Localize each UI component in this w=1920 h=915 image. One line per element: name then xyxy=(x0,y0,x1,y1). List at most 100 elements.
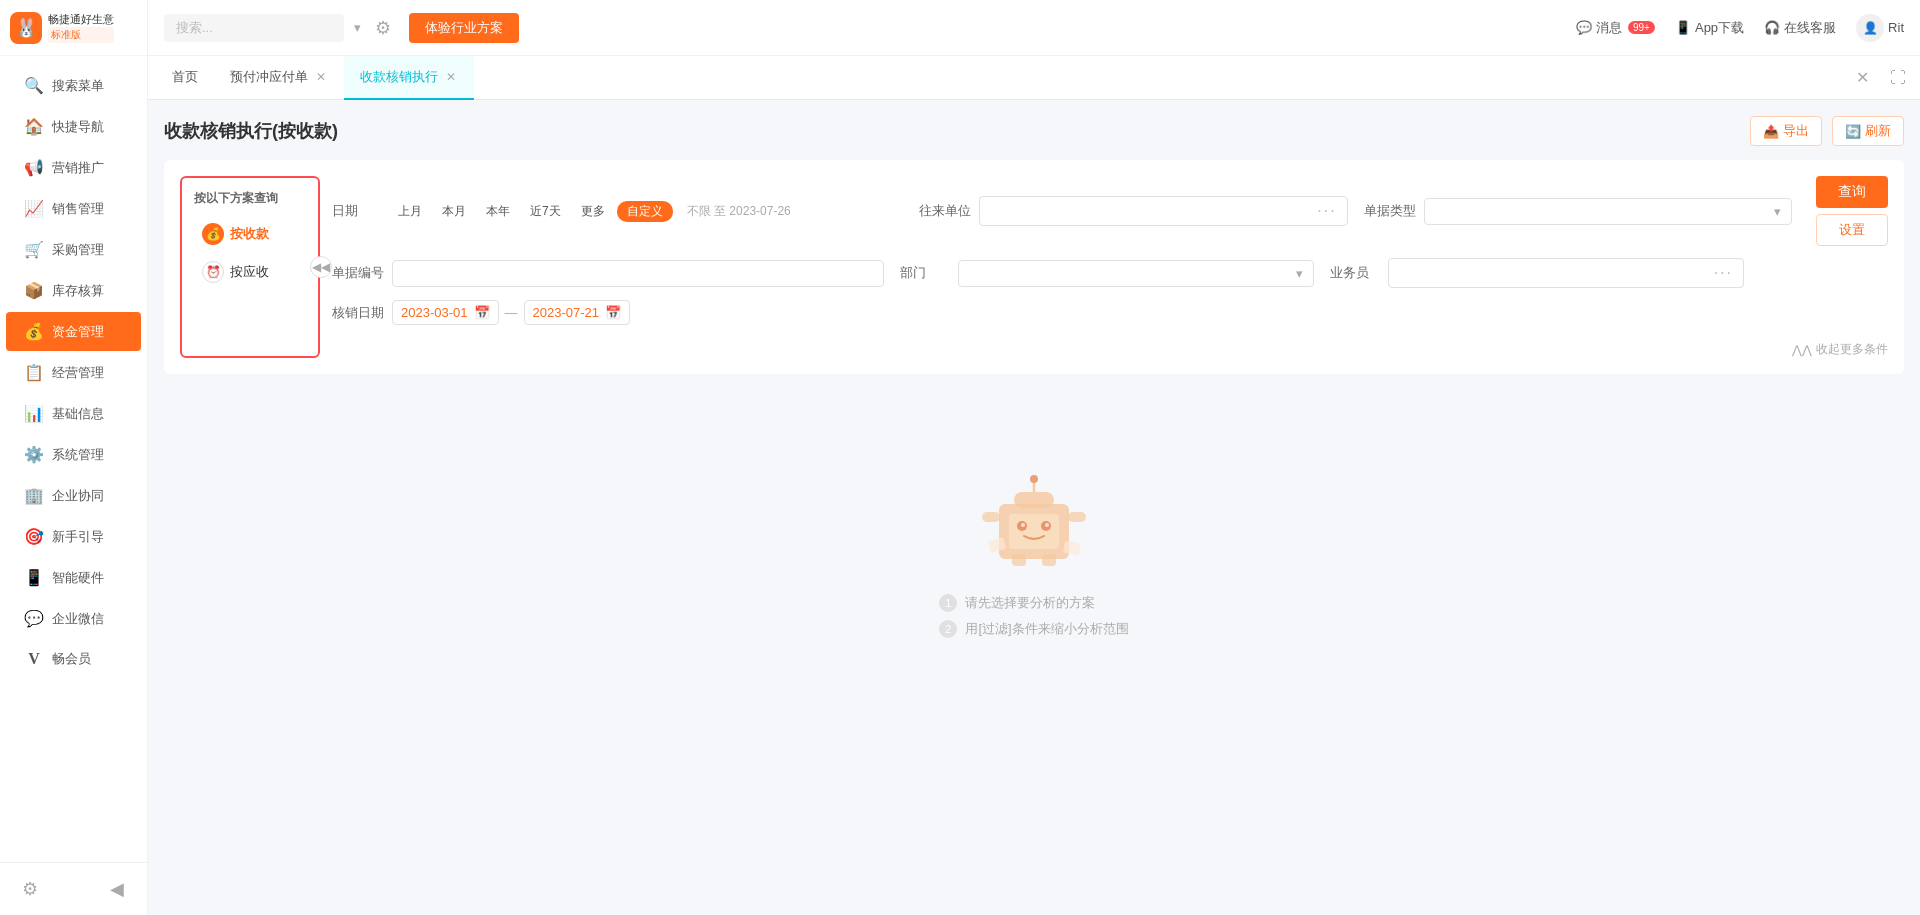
verify-date-to-input[interactable]: 2023-07-21 📅 xyxy=(524,300,631,325)
date-last-month-button[interactable]: 上月 xyxy=(390,201,430,222)
tab-collection-label: 收款核销执行 xyxy=(360,68,438,86)
date-this-month-button[interactable]: 本月 xyxy=(434,201,474,222)
sidebar-logo: 🐰 畅捷通好生意 标准版 xyxy=(0,0,147,56)
query-button[interactable]: 查询 xyxy=(1816,176,1888,208)
settings-button[interactable]: 设置 xyxy=(1816,214,1888,246)
verify-date-to-text: 2023-07-21 xyxy=(533,305,600,320)
calendar-to-icon: 📅 xyxy=(605,305,621,320)
user-avatar[interactable]: 👤 Rit xyxy=(1856,14,1904,42)
top-header: 搜索... ▾ ⚙ 体验行业方案 💬 消息 99+ 📱 App下载 🎧 在线客服… xyxy=(148,0,1920,56)
filter-panel: 按以下方案查询 💰 按收款 ⏰ 按应收 ◀◀ 日期 xyxy=(164,160,1904,374)
party-label: 往来单位 xyxy=(919,202,971,220)
export-icon: 📤 xyxy=(1763,124,1779,139)
sidebar-item-label: 企业微信 xyxy=(52,610,104,628)
sidebar-item-hardware[interactable]: 📱 智能硬件 xyxy=(6,558,141,597)
sidebar-item-label: 资金管理 xyxy=(52,323,104,341)
tab-home[interactable]: 首页 xyxy=(156,56,214,100)
tab-collection[interactable]: 收款核销执行 ✕ xyxy=(344,56,474,100)
industry-solution-button[interactable]: 体验行业方案 xyxy=(409,13,519,43)
message-icon: 💬 xyxy=(1576,20,1592,35)
svg-point-4 xyxy=(1021,523,1025,527)
sidebar-item-system[interactable]: ⚙️ 系统管理 xyxy=(6,435,141,474)
voucher-type-select[interactable]: ▾ xyxy=(1424,198,1792,225)
sidebar-item-marketing[interactable]: 📢 营销推广 xyxy=(6,148,141,187)
verify-date-from-text: 2023-03-01 xyxy=(401,305,468,320)
sidebar-item-weixin[interactable]: 💬 企业微信 xyxy=(6,599,141,638)
svg-point-8 xyxy=(1030,475,1038,483)
tab-prepay-close-icon[interactable]: ✕ xyxy=(314,68,328,86)
svg-rect-11 xyxy=(1012,554,1026,566)
voucher-type-label: 单据类型 xyxy=(1364,202,1416,220)
sales-icon: 📈 xyxy=(24,199,44,218)
collapse-more-button[interactable]: ⋀⋀ 收起更多条件 xyxy=(332,341,1888,358)
empty-illustration xyxy=(974,454,1094,574)
sidebar-item-label: 采购管理 xyxy=(52,241,104,259)
avatar-image: 👤 xyxy=(1856,14,1884,42)
page-title-bar: 收款核销执行(按收款) 📤 导出 🔄 刷新 xyxy=(164,116,1904,146)
online-service-button[interactable]: 🎧 在线客服 xyxy=(1764,19,1836,37)
filter-verify-date-field: 核销日期 2023-03-01 📅 — 2023-07-21 📅 xyxy=(332,300,884,325)
message-button[interactable]: 💬 消息 99+ xyxy=(1576,19,1655,37)
svg-rect-9 xyxy=(982,512,1000,522)
date-more-button[interactable]: 更多 xyxy=(573,201,613,222)
voucher-num-input[interactable] xyxy=(392,260,884,287)
refresh-icon: 🔄 xyxy=(1845,124,1861,139)
verify-date-from-input[interactable]: 2023-03-01 📅 xyxy=(392,300,499,325)
empty-state: 1 请先选择要分析的方案 2 用[过滤]条件来缩小分析范围 xyxy=(164,374,1904,678)
filter-option-by-receivable[interactable]: ⏰ 按应收 xyxy=(194,255,306,289)
sidebar-item-member[interactable]: V 畅会员 xyxy=(6,640,141,678)
sidebar-item-inventory[interactable]: 📦 库存核算 xyxy=(6,271,141,310)
date-range-separator: — xyxy=(505,305,518,320)
dept-select[interactable]: ▾ xyxy=(958,260,1314,287)
filter-option-by-receipt[interactable]: 💰 按收款 xyxy=(194,217,306,251)
sidebar-item-quicknav[interactable]: 🏠 快捷导航 xyxy=(6,107,141,146)
tab-prepay[interactable]: 预付冲应付单 ✕ xyxy=(214,56,344,100)
filter-dept-field: 部门 ▾ xyxy=(900,260,1314,287)
page-actions: 📤 导出 🔄 刷新 xyxy=(1750,116,1904,146)
collapse-left-panel-button[interactable]: ◀◀ xyxy=(310,256,332,278)
sidebar-item-guide[interactable]: 🎯 新手引导 xyxy=(6,517,141,556)
sidebar-item-sales[interactable]: 📈 销售管理 xyxy=(6,189,141,228)
maximize-button[interactable]: ⛶ xyxy=(1884,64,1912,92)
staff-select[interactable]: ··· xyxy=(1388,258,1744,288)
app-label: App下载 xyxy=(1695,19,1744,37)
sidebar-item-basic[interactable]: 📊 基础信息 xyxy=(6,394,141,433)
close-window-button[interactable]: ✕ xyxy=(1848,64,1876,92)
app-download-button[interactable]: 📱 App下载 xyxy=(1675,19,1744,37)
svg-point-5 xyxy=(1045,523,1049,527)
inventory-icon: 📦 xyxy=(24,281,44,300)
empty-tips: 1 请先选择要分析的方案 2 用[过滤]条件来缩小分析范围 xyxy=(939,594,1128,638)
message-badge: 99+ xyxy=(1628,21,1655,34)
tip-1-num: 1 xyxy=(939,594,957,612)
export-button[interactable]: 📤 导出 xyxy=(1750,116,1822,146)
logo-icon: 🐰 xyxy=(10,12,42,44)
gear-icon[interactable]: ⚙ xyxy=(375,17,391,39)
sidebar-item-enterprise[interactable]: 🏢 企业协同 xyxy=(6,476,141,515)
sidebar-item-purchase[interactable]: 🛒 采购管理 xyxy=(6,230,141,269)
party-select[interactable]: ··· xyxy=(979,196,1347,226)
settings-button[interactable]: ⚙ xyxy=(14,873,46,905)
date-this-year-button[interactable]: 本年 xyxy=(478,201,518,222)
refresh-button[interactable]: 🔄 刷新 xyxy=(1832,116,1904,146)
filter-staff-field: 业务员 ··· xyxy=(1330,258,1744,288)
sidebar-item-search[interactable]: 🔍 搜索菜单 xyxy=(6,66,141,105)
party-select-dots-icon: ··· xyxy=(1317,202,1336,220)
svg-rect-10 xyxy=(1068,512,1086,522)
date-7days-button[interactable]: 近7天 xyxy=(522,201,569,222)
sidebar-item-finance[interactable]: 💰 资金管理 xyxy=(6,312,141,351)
hardware-icon: 📱 xyxy=(24,568,44,587)
dropdown-arrow-icon[interactable]: ▾ xyxy=(354,20,361,35)
tab-collection-close-icon[interactable]: ✕ xyxy=(444,68,458,86)
marketing-icon: 📢 xyxy=(24,158,44,177)
tab-bar-actions: ✕ ⛶ xyxy=(1848,64,1912,92)
tab-bar: 首页 预付冲应付单 ✕ 收款核销执行 ✕ ✕ ⛶ xyxy=(148,56,1920,100)
dept-chevron-icon: ▾ xyxy=(1296,266,1303,281)
logo-text-group: 畅捷通好生意 标准版 xyxy=(48,12,114,43)
collapse-sidebar-button[interactable]: ◀ xyxy=(101,873,133,905)
date-custom-button[interactable]: 自定义 xyxy=(617,201,673,222)
sidebar-item-label: 销售管理 xyxy=(52,200,104,218)
staff-select-dots-icon: ··· xyxy=(1714,264,1733,282)
filter-row-3: 核销日期 2023-03-01 📅 — 2023-07-21 📅 xyxy=(332,300,1888,325)
management-icon: 📋 xyxy=(24,363,44,382)
sidebar-item-management[interactable]: 📋 经营管理 xyxy=(6,353,141,392)
